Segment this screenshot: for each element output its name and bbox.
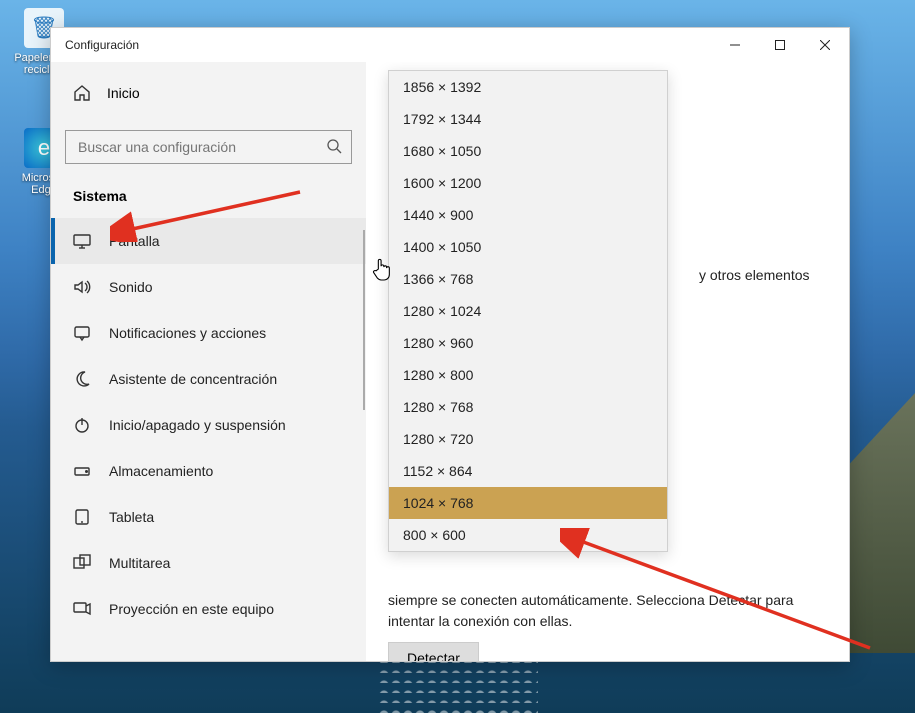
multiple-displays-text: siempre se conecten automáticamente. Sel…: [388, 590, 831, 632]
minimize-button[interactable]: [712, 30, 757, 60]
desktop-background: 🗑 Papelera de reciclaje e Microsoft Edge…: [0, 0, 915, 713]
resolution-option[interactable]: 1280 × 800: [389, 359, 667, 391]
close-button[interactable]: [802, 30, 847, 60]
sidebar-item-tableta[interactable]: Tableta: [51, 494, 366, 540]
project-icon: [73, 600, 91, 618]
power-icon: [73, 416, 91, 434]
monitor-icon: [73, 232, 91, 250]
scale-text-fragment: y otros elementos: [699, 265, 849, 286]
sidebar-item-label: Proyección en este equipo: [109, 601, 274, 617]
search-input[interactable]: [65, 130, 352, 164]
sidebar-item-sonido[interactable]: Sonido: [51, 264, 366, 310]
resolution-option[interactable]: 1024 × 768: [389, 487, 667, 519]
sidebar-item-pantalla[interactable]: Pantalla: [51, 218, 366, 264]
storage-icon: [73, 462, 91, 480]
sidebar-nav: Pantalla Sonido Notificaciones y acciones A…: [51, 218, 366, 661]
resolution-option[interactable]: 1280 × 720: [389, 423, 667, 455]
sidebar-item-energia[interactable]: Inicio/apagado y suspensión: [51, 402, 366, 448]
resolution-option[interactable]: 1680 × 1050: [389, 135, 667, 167]
sidebar-home[interactable]: Inicio: [51, 62, 366, 130]
search-icon: [326, 138, 342, 159]
sidebar-item-label: Pantalla: [109, 233, 160, 249]
home-label: Inicio: [107, 85, 140, 101]
sidebar-item-label: Almacenamiento: [109, 463, 213, 479]
sidebar-item-proyeccion[interactable]: Proyección en este equipo: [51, 586, 366, 632]
sidebar-item-notificaciones[interactable]: Notificaciones y acciones: [51, 310, 366, 356]
resolution-option[interactable]: 1280 × 768: [389, 391, 667, 423]
resolution-option[interactable]: 1152 × 864: [389, 455, 667, 487]
sidebar: Inicio Sistema Pantalla Sonido Notificacio…: [51, 62, 366, 661]
resolution-dropdown[interactable]: 1856 × 13921792 × 13441680 × 10501600 × …: [388, 70, 668, 552]
sidebar-item-label: Notificaciones y acciones: [109, 325, 266, 341]
sidebar-item-label: Multitarea: [109, 555, 170, 571]
resolution-option[interactable]: 1792 × 1344: [389, 103, 667, 135]
maximize-button[interactable]: [757, 30, 802, 60]
multitask-icon: [73, 554, 91, 572]
sidebar-item-label: Sonido: [109, 279, 153, 295]
home-icon: [73, 84, 91, 102]
sidebar-item-asistente[interactable]: Asistente de concentración: [51, 356, 366, 402]
resolution-option[interactable]: 1600 × 1200: [389, 167, 667, 199]
detect-button[interactable]: Detectar: [388, 642, 479, 661]
sidebar-item-almacenamiento[interactable]: Almacenamiento: [51, 448, 366, 494]
resolution-option[interactable]: 800 × 600: [389, 519, 667, 551]
sidebar-item-label: Tableta: [109, 509, 154, 525]
resolution-option[interactable]: 1440 × 900: [389, 199, 667, 231]
main-panel: y otros elementos siempre se conecten au…: [366, 62, 849, 661]
resolution-option[interactable]: 1856 × 1392: [389, 71, 667, 103]
moon-icon: [73, 370, 91, 388]
sidebar-scroll-indicator: [363, 230, 365, 410]
sound-icon: [73, 278, 91, 296]
notify-icon: [73, 324, 91, 342]
titlebar[interactable]: Configuración: [51, 28, 849, 62]
resolution-option[interactable]: 1400 × 1050: [389, 231, 667, 263]
resolution-option[interactable]: 1280 × 1024: [389, 295, 667, 327]
resolution-option[interactable]: 1280 × 960: [389, 327, 667, 359]
sidebar-item-label: Asistente de concentración: [109, 371, 277, 387]
resolution-option[interactable]: 1366 × 768: [389, 263, 667, 295]
tablet-icon: [73, 508, 91, 526]
sidebar-section-header: Sistema: [51, 188, 366, 218]
window-title: Configuración: [65, 38, 139, 52]
sidebar-item-label: Inicio/apagado y suspensión: [109, 417, 286, 433]
settings-window: Configuración Inicio: [50, 27, 850, 662]
sidebar-item-multitarea[interactable]: Multitarea: [51, 540, 366, 586]
